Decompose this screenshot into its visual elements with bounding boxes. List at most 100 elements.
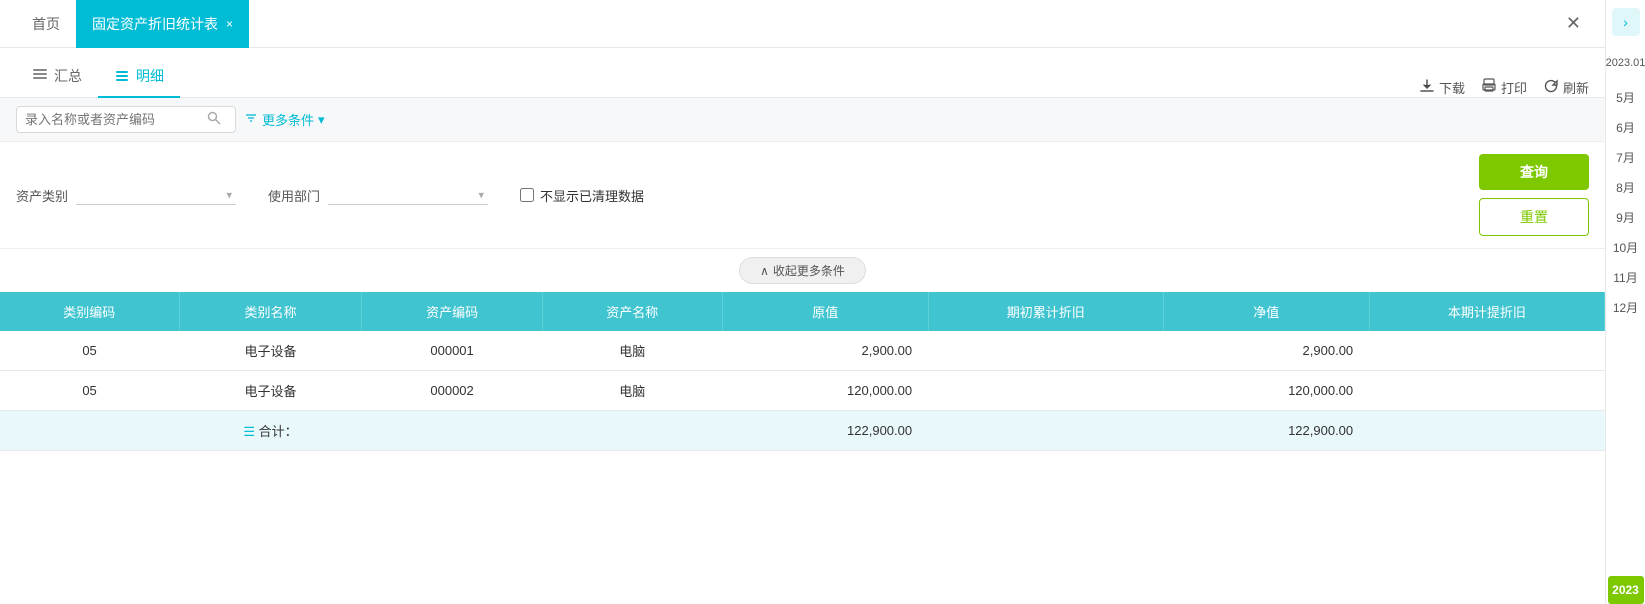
department-label: 使用部门 — [268, 186, 320, 205]
cell-asset-name: 电脑 — [542, 331, 722, 371]
search-input[interactable] — [25, 112, 201, 127]
main-table: 类别编码 类别名称 资产编码 资产名称 原值 期初累计折旧 净值 本期计提折旧 … — [0, 292, 1605, 451]
tab-bar: 汇总 明细 下载 打 — [0, 48, 1605, 98]
asset-category-field: 资产类别 ▾ — [16, 185, 236, 205]
table-wrap: 类别编码 类别名称 资产编码 资产名称 原值 期初累计折旧 净值 本期计提折旧 … — [0, 292, 1605, 604]
sidebar-month-item[interactable]: 5月 — [1608, 82, 1644, 112]
total-current-depreciation — [1369, 411, 1604, 451]
reset-button[interactable]: 重置 — [1479, 198, 1589, 236]
tab-summary[interactable]: 汇总 — [16, 56, 98, 98]
sidebar-month-item[interactable]: 10月 — [1608, 232, 1644, 262]
cell-asset-name: 电脑 — [542, 371, 722, 411]
chevron-up-icon: ∧ — [760, 264, 769, 278]
filter-area: 资产类别 ▾ 使用部门 ▾ 不显示已清 — [0, 142, 1605, 248]
collapse-label: 收起更多条件 — [773, 262, 845, 279]
cell-accum-depreciation — [928, 331, 1163, 371]
total-cell-empty3 — [542, 411, 722, 451]
layers-icon — [32, 68, 48, 84]
collapse-bar: ∧ 收起更多条件 — [0, 248, 1605, 292]
window-close-button[interactable]: ✕ — [1558, 9, 1589, 38]
sidebar-months: 5月6月7月8月9月10月11月12月 — [1608, 82, 1644, 322]
total-cell-empty2 — [362, 411, 542, 451]
download-icon — [1419, 78, 1435, 97]
sidebar-month-item[interactable]: 6月 — [1608, 112, 1644, 142]
cell-category-name: 电子设备 — [179, 371, 362, 411]
collapse-button[interactable]: ∧ 收起更多条件 — [739, 257, 866, 284]
more-conditions-toggle[interactable]: 更多条件 ▾ — [244, 110, 325, 129]
col-accum-depreciation: 期初累计折旧 — [928, 292, 1163, 331]
tab-detail[interactable]: 明细 — [98, 56, 180, 98]
table-row: 05 电子设备 000001 电脑 2,900.00 2,900.00 — [0, 331, 1605, 371]
total-label-cell: ☰ 合计： — [179, 411, 362, 451]
sidebar-collapse-arrow[interactable]: › — [1612, 8, 1640, 36]
sidebar-month-item[interactable]: 12月 — [1608, 292, 1644, 322]
sidebar-year[interactable]: 2023 — [1608, 576, 1644, 604]
table-body: 05 电子设备 000001 电脑 2,900.00 2,900.00 05 电… — [0, 331, 1605, 451]
department-select[interactable] — [328, 185, 488, 205]
total-accum-depreciation — [928, 411, 1163, 451]
total-cell-empty1 — [0, 411, 179, 451]
col-category-code: 类别编码 — [0, 292, 179, 331]
filter-icon — [244, 111, 258, 128]
col-asset-name: 资产名称 — [542, 292, 722, 331]
cell-category-code: 05 — [0, 331, 179, 371]
nav-tab-fixed-assets[interactable]: 固定资产折旧统计表 × — [76, 0, 249, 48]
query-button[interactable]: 查询 — [1479, 154, 1589, 190]
tab-summary-label: 汇总 — [54, 66, 82, 86]
list-icon — [114, 68, 130, 84]
filter-actions: 查询 重置 — [1479, 154, 1589, 236]
sidebar-month-item[interactable]: 11月 — [1608, 262, 1644, 292]
table-total-row: ☰ 合计： 122,900.00 122,900.00 — [0, 411, 1605, 451]
asset-category-select-wrap: ▾ — [76, 185, 236, 205]
cell-category-code: 05 — [0, 371, 179, 411]
total-icon: ☰ — [243, 424, 255, 439]
cell-accum-depreciation — [928, 371, 1163, 411]
cell-asset-code: 000002 — [362, 371, 542, 411]
cell-category-name: 电子设备 — [179, 331, 362, 371]
refresh-icon — [1543, 78, 1559, 97]
nav-tab-close-icon[interactable]: × — [226, 17, 233, 31]
hide-cleared-field: 不显示已清理数据 — [520, 186, 644, 205]
cell-net-value: 2,900.00 — [1163, 331, 1369, 371]
download-label: 下载 — [1439, 78, 1465, 97]
col-original-value: 原值 — [722, 292, 928, 331]
hide-cleared-label[interactable]: 不显示已清理数据 — [540, 186, 644, 205]
toolbar: 下载 打印 刷新 — [1419, 78, 1589, 97]
sidebar-month-item[interactable]: 7月 — [1608, 142, 1644, 172]
col-asset-code: 资产编码 — [362, 292, 542, 331]
nav-tab-label: 固定资产折旧统计表 — [92, 14, 218, 34]
cell-original-value: 2,900.00 — [722, 331, 928, 371]
cell-net-value: 120,000.00 — [1163, 371, 1369, 411]
department-field: 使用部门 ▾ — [268, 185, 488, 205]
sidebar-month-item[interactable]: 9月 — [1608, 202, 1644, 232]
search-input-wrap[interactable] — [16, 106, 236, 133]
hide-cleared-checkbox[interactable] — [520, 188, 534, 202]
asset-category-select[interactable] — [76, 185, 236, 205]
nav-home[interactable]: 首页 — [16, 0, 76, 48]
table-header-row: 类别编码 类别名称 资产编码 资产名称 原值 期初累计折旧 净值 本期计提折旧 — [0, 292, 1605, 331]
download-button[interactable]: 下载 — [1419, 78, 1465, 97]
col-current-depreciation: 本期计提折旧 — [1369, 292, 1604, 331]
refresh-button[interactable]: 刷新 — [1543, 78, 1589, 97]
print-icon — [1481, 78, 1497, 97]
table-row: 05 电子设备 000002 电脑 120,000.00 120,000.00 — [0, 371, 1605, 411]
date-label: 2023.01 — [1608, 48, 1644, 78]
cell-asset-code: 000001 — [362, 331, 542, 371]
tab-detail-label: 明细 — [136, 66, 164, 86]
right-sidebar: › 2023.01 5月6月7月8月9月10月11月12月 2023 — [1605, 0, 1645, 604]
total-net-value: 122,900.00 — [1163, 411, 1369, 451]
more-conditions-label: 更多条件 — [262, 110, 314, 129]
top-nav: 首页 固定资产折旧统计表 × ✕ — [0, 0, 1605, 48]
page-container: 汇总 明细 下载 打 — [0, 48, 1605, 604]
asset-category-label: 资产类别 — [16, 186, 68, 205]
chevron-down-icon: ▾ — [318, 112, 325, 128]
cell-current-depreciation — [1369, 331, 1604, 371]
sidebar-month-item[interactable]: 8月 — [1608, 172, 1644, 202]
col-category-name: 类别名称 — [179, 292, 362, 331]
cell-current-depreciation — [1369, 371, 1604, 411]
search-bar: 更多条件 ▾ — [0, 98, 1605, 142]
refresh-label: 刷新 — [1563, 78, 1589, 97]
print-button[interactable]: 打印 — [1481, 78, 1527, 97]
search-icon — [207, 111, 221, 128]
print-label: 打印 — [1501, 78, 1527, 97]
